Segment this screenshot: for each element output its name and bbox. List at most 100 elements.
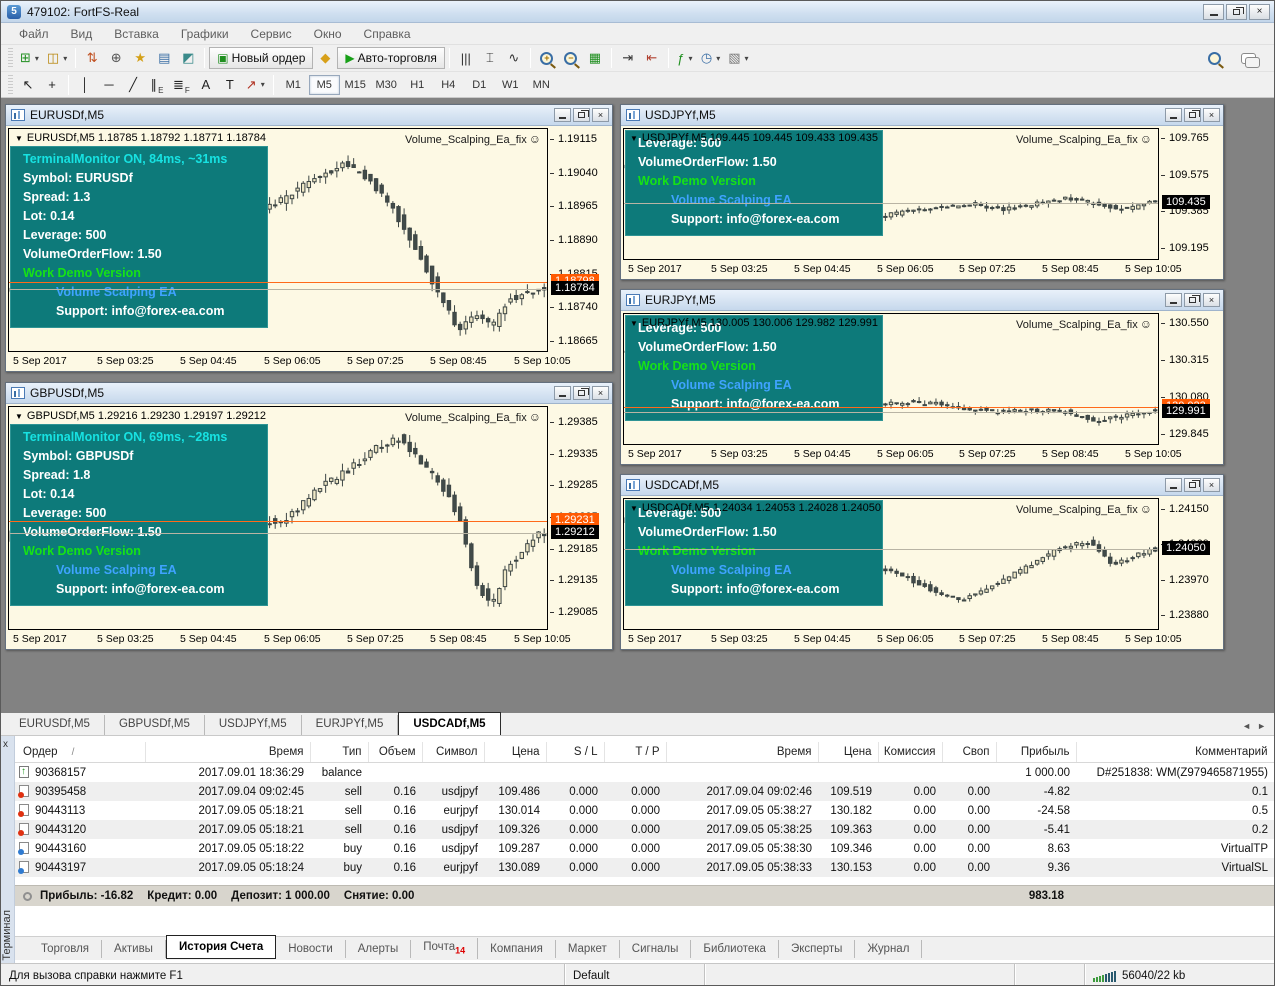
collapse-triangle-icon[interactable]: ▼ xyxy=(15,412,23,421)
smiley-icon[interactable]: ☺ xyxy=(1140,317,1152,331)
line-chart-mode-button[interactable]: ∿ xyxy=(502,47,526,69)
dropdown-caret-icon[interactable]: ▾ xyxy=(716,54,720,63)
chart-close-button[interactable]: × xyxy=(592,386,609,400)
terminal-tab-journal[interactable]: Журнал xyxy=(855,939,923,958)
horizontal-line-button[interactable]: ─ xyxy=(97,74,121,96)
text-label-button[interactable]: T xyxy=(218,74,242,96)
chart-tab-scroll-left-icon[interactable]: ◄ xyxy=(1242,721,1251,731)
zoom-out-button[interactable]: − xyxy=(559,47,583,69)
crosshair-button[interactable]: + xyxy=(40,74,64,96)
timeframe-m1-button[interactable]: M1 xyxy=(278,75,309,95)
chart-plot[interactable]: Leverage: 500 VolumeOrderFlow: 1.50 Work D… xyxy=(623,128,1159,260)
time-axis[interactable]: 5 Sep 2017 5 Sep 03:25 5 Sep 04:45 5 Sep 06… xyxy=(623,632,1182,647)
dropdown-caret-icon[interactable]: ▾ xyxy=(745,54,749,63)
chat-button[interactable] xyxy=(1236,47,1260,69)
tile-windows-button[interactable]: ▦ xyxy=(583,47,607,69)
terminal-tab-alerts[interactable]: Алерты xyxy=(346,939,412,958)
chart-window-titlebar[interactable]: EURUSDf,M5 × xyxy=(6,105,612,126)
column-header-profit[interactable]: Прибыль xyxy=(996,742,1077,763)
chart-window-titlebar[interactable]: USDCADf,M5 × xyxy=(621,475,1223,496)
price-axis[interactable]: 109.765 109.575 109.385 109.195 109.435 xyxy=(1161,128,1221,260)
periods-button[interactable]: ◷ ▾ xyxy=(697,47,724,69)
auto-trading-button[interactable]: ▶ Авто-торговля xyxy=(337,47,445,69)
terminal-tab-mail[interactable]: Почта14 xyxy=(411,938,479,959)
column-header-comment[interactable]: Комментарий xyxy=(1076,742,1274,763)
chart-tab-eurjpyf-m5[interactable]: EURJPYf,M5 xyxy=(302,715,399,735)
timeframe-m30-button[interactable]: M30 xyxy=(371,75,402,95)
menu-item-charts[interactable]: Графики xyxy=(171,25,239,43)
column-header-volume[interactable]: Объем xyxy=(368,742,423,763)
price-axis[interactable]: 1.293851.293351.292851.292351.291851.291… xyxy=(550,406,610,630)
column-header-symbol[interactable]: Символ xyxy=(422,742,485,763)
chart-close-button[interactable]: × xyxy=(1203,478,1220,492)
terminal-tab-trade[interactable]: Торговля xyxy=(29,939,103,958)
chart-window-titlebar[interactable]: USDJPYf,M5 × xyxy=(621,105,1223,126)
cursor-button[interactable]: ↖ xyxy=(16,74,40,96)
chart-close-button[interactable]: × xyxy=(1203,293,1220,307)
menu-item-file[interactable]: Файл xyxy=(9,25,59,43)
column-header-commission[interactable]: Комиссия xyxy=(878,742,943,763)
menu-item-insert[interactable]: Вставка xyxy=(104,25,169,43)
chart-close-button[interactable]: × xyxy=(1203,108,1220,122)
column-header-price[interactable]: Цена xyxy=(484,742,547,763)
restore-button[interactable] xyxy=(1226,3,1247,20)
time-axis[interactable]: 5 Sep 2017 5 Sep 03:25 5 Sep 04:45 5 Sep 06… xyxy=(8,632,571,647)
time-axis[interactable]: 5 Sep 2017 5 Sep 03:25 5 Sep 04:45 5 Sep 06… xyxy=(8,354,571,369)
chart-tab-scroll-right-icon[interactable]: ► xyxy=(1257,721,1266,731)
chart-plot[interactable]: Leverage: 500 VolumeOrderFlow: 1.50 Work D… xyxy=(623,313,1159,445)
chart-tab-eurusdf-m5[interactable]: EURUSDf,M5 xyxy=(5,715,105,735)
fibonacci-button[interactable]: ≣ F xyxy=(169,74,194,96)
status-connection[interactable]: 56040/22 kb xyxy=(1084,964,1274,985)
chart-tab-usdjpyf-m5[interactable]: USDJPYf,M5 xyxy=(205,715,302,735)
column-header-swap[interactable]: Своп xyxy=(942,742,997,763)
menu-item-service[interactable]: Сервис xyxy=(241,25,302,43)
account-history-table[interactable]: Ордер / Время Тип Объем Символ Цена S / LT / PВ… xyxy=(15,742,1274,877)
time-axis[interactable]: 5 Sep 2017 5 Sep 03:25 5 Sep 04:45 5 Sep 06… xyxy=(623,262,1182,277)
dropdown-caret-icon[interactable]: ▾ xyxy=(688,54,692,63)
timeframe-w1-button[interactable]: W1 xyxy=(495,75,526,95)
terminal-tab-assets[interactable]: Активы xyxy=(102,939,166,958)
terminal-tab-account-history[interactable]: История Счета xyxy=(165,934,277,959)
terminal-tab-market[interactable]: Маркет xyxy=(556,939,620,958)
history-row[interactable]: 90443160 2017.09.05 05:18:22 buy 0.16 usdjpy… xyxy=(15,839,1274,858)
smiley-icon[interactable]: ☺ xyxy=(1140,502,1152,516)
timeframe-mn-button[interactable]: MN xyxy=(526,75,557,95)
indicators-button[interactable]: ƒ ▾ xyxy=(673,47,697,69)
chart-maximize-button[interactable] xyxy=(1184,478,1201,492)
chart-minimize-button[interactable] xyxy=(1165,108,1182,122)
menu-item-view[interactable]: Вид xyxy=(61,25,103,43)
timeframe-h4-button[interactable]: H4 xyxy=(433,75,464,95)
collapse-triangle-icon[interactable]: ▼ xyxy=(630,319,638,328)
smiley-icon[interactable]: ☺ xyxy=(529,410,541,424)
timeframe-h1-button[interactable]: H1 xyxy=(402,75,433,95)
chart-plot[interactable]: TerminalMonitor ON, 84ms, ~31ms Symbol: E… xyxy=(8,128,548,352)
collapse-triangle-icon[interactable]: ▼ xyxy=(15,134,23,143)
chart-plot[interactable]: TerminalMonitor ON, 69ms, ~28ms Symbol: G… xyxy=(8,406,548,630)
equidistant-channel-button[interactable]: ∥ E xyxy=(145,74,169,96)
chart-window-titlebar[interactable]: EURJPYf,M5 × xyxy=(621,290,1223,311)
search-button[interactable] xyxy=(1202,47,1226,69)
templates-button[interactable]: ▧ ▾ xyxy=(724,47,752,69)
timeframe-m5-button[interactable]: M5 xyxy=(308,74,340,95)
terminal-tab-news[interactable]: Новости xyxy=(276,939,346,958)
chart-minimize-button[interactable] xyxy=(1165,293,1182,307)
minimize-button[interactable] xyxy=(1203,3,1224,20)
shapes-button[interactable]: ↗ ▾ xyxy=(242,74,269,96)
history-row[interactable]: 90443120 2017.09.05 05:18:21 sell 0.16 usdjp… xyxy=(15,820,1274,839)
terminal-panel-button[interactable]: ▤ xyxy=(152,47,176,69)
navigator-button[interactable]: ★ xyxy=(128,47,152,69)
history-row[interactable]: 90443113 2017.09.05 05:18:21 sell 0.16 eurjp… xyxy=(15,801,1274,820)
toolbar-grip[interactable] xyxy=(8,74,13,95)
candlestick-mode-button[interactable]: ⌶ xyxy=(478,47,502,69)
collapse-triangle-icon[interactable]: ▼ xyxy=(630,504,638,513)
terminal-tab-company[interactable]: Компания xyxy=(478,939,556,958)
status-profile[interactable]: Default xyxy=(564,964,704,985)
history-row[interactable]: 90443197 2017.09.05 05:18:24 buy 0.16 eurjpy… xyxy=(15,858,1274,877)
toolbar-grip[interactable] xyxy=(8,48,13,68)
column-header-time2[interactable]: Время xyxy=(666,742,819,763)
chart-minimize-button[interactable] xyxy=(554,108,571,122)
smiley-icon[interactable]: ☺ xyxy=(529,132,541,146)
strategy-tester-button[interactable]: ◩ xyxy=(176,47,200,69)
chart-maximize-button[interactable] xyxy=(1184,293,1201,307)
menu-item-help[interactable]: Справка xyxy=(354,25,421,43)
